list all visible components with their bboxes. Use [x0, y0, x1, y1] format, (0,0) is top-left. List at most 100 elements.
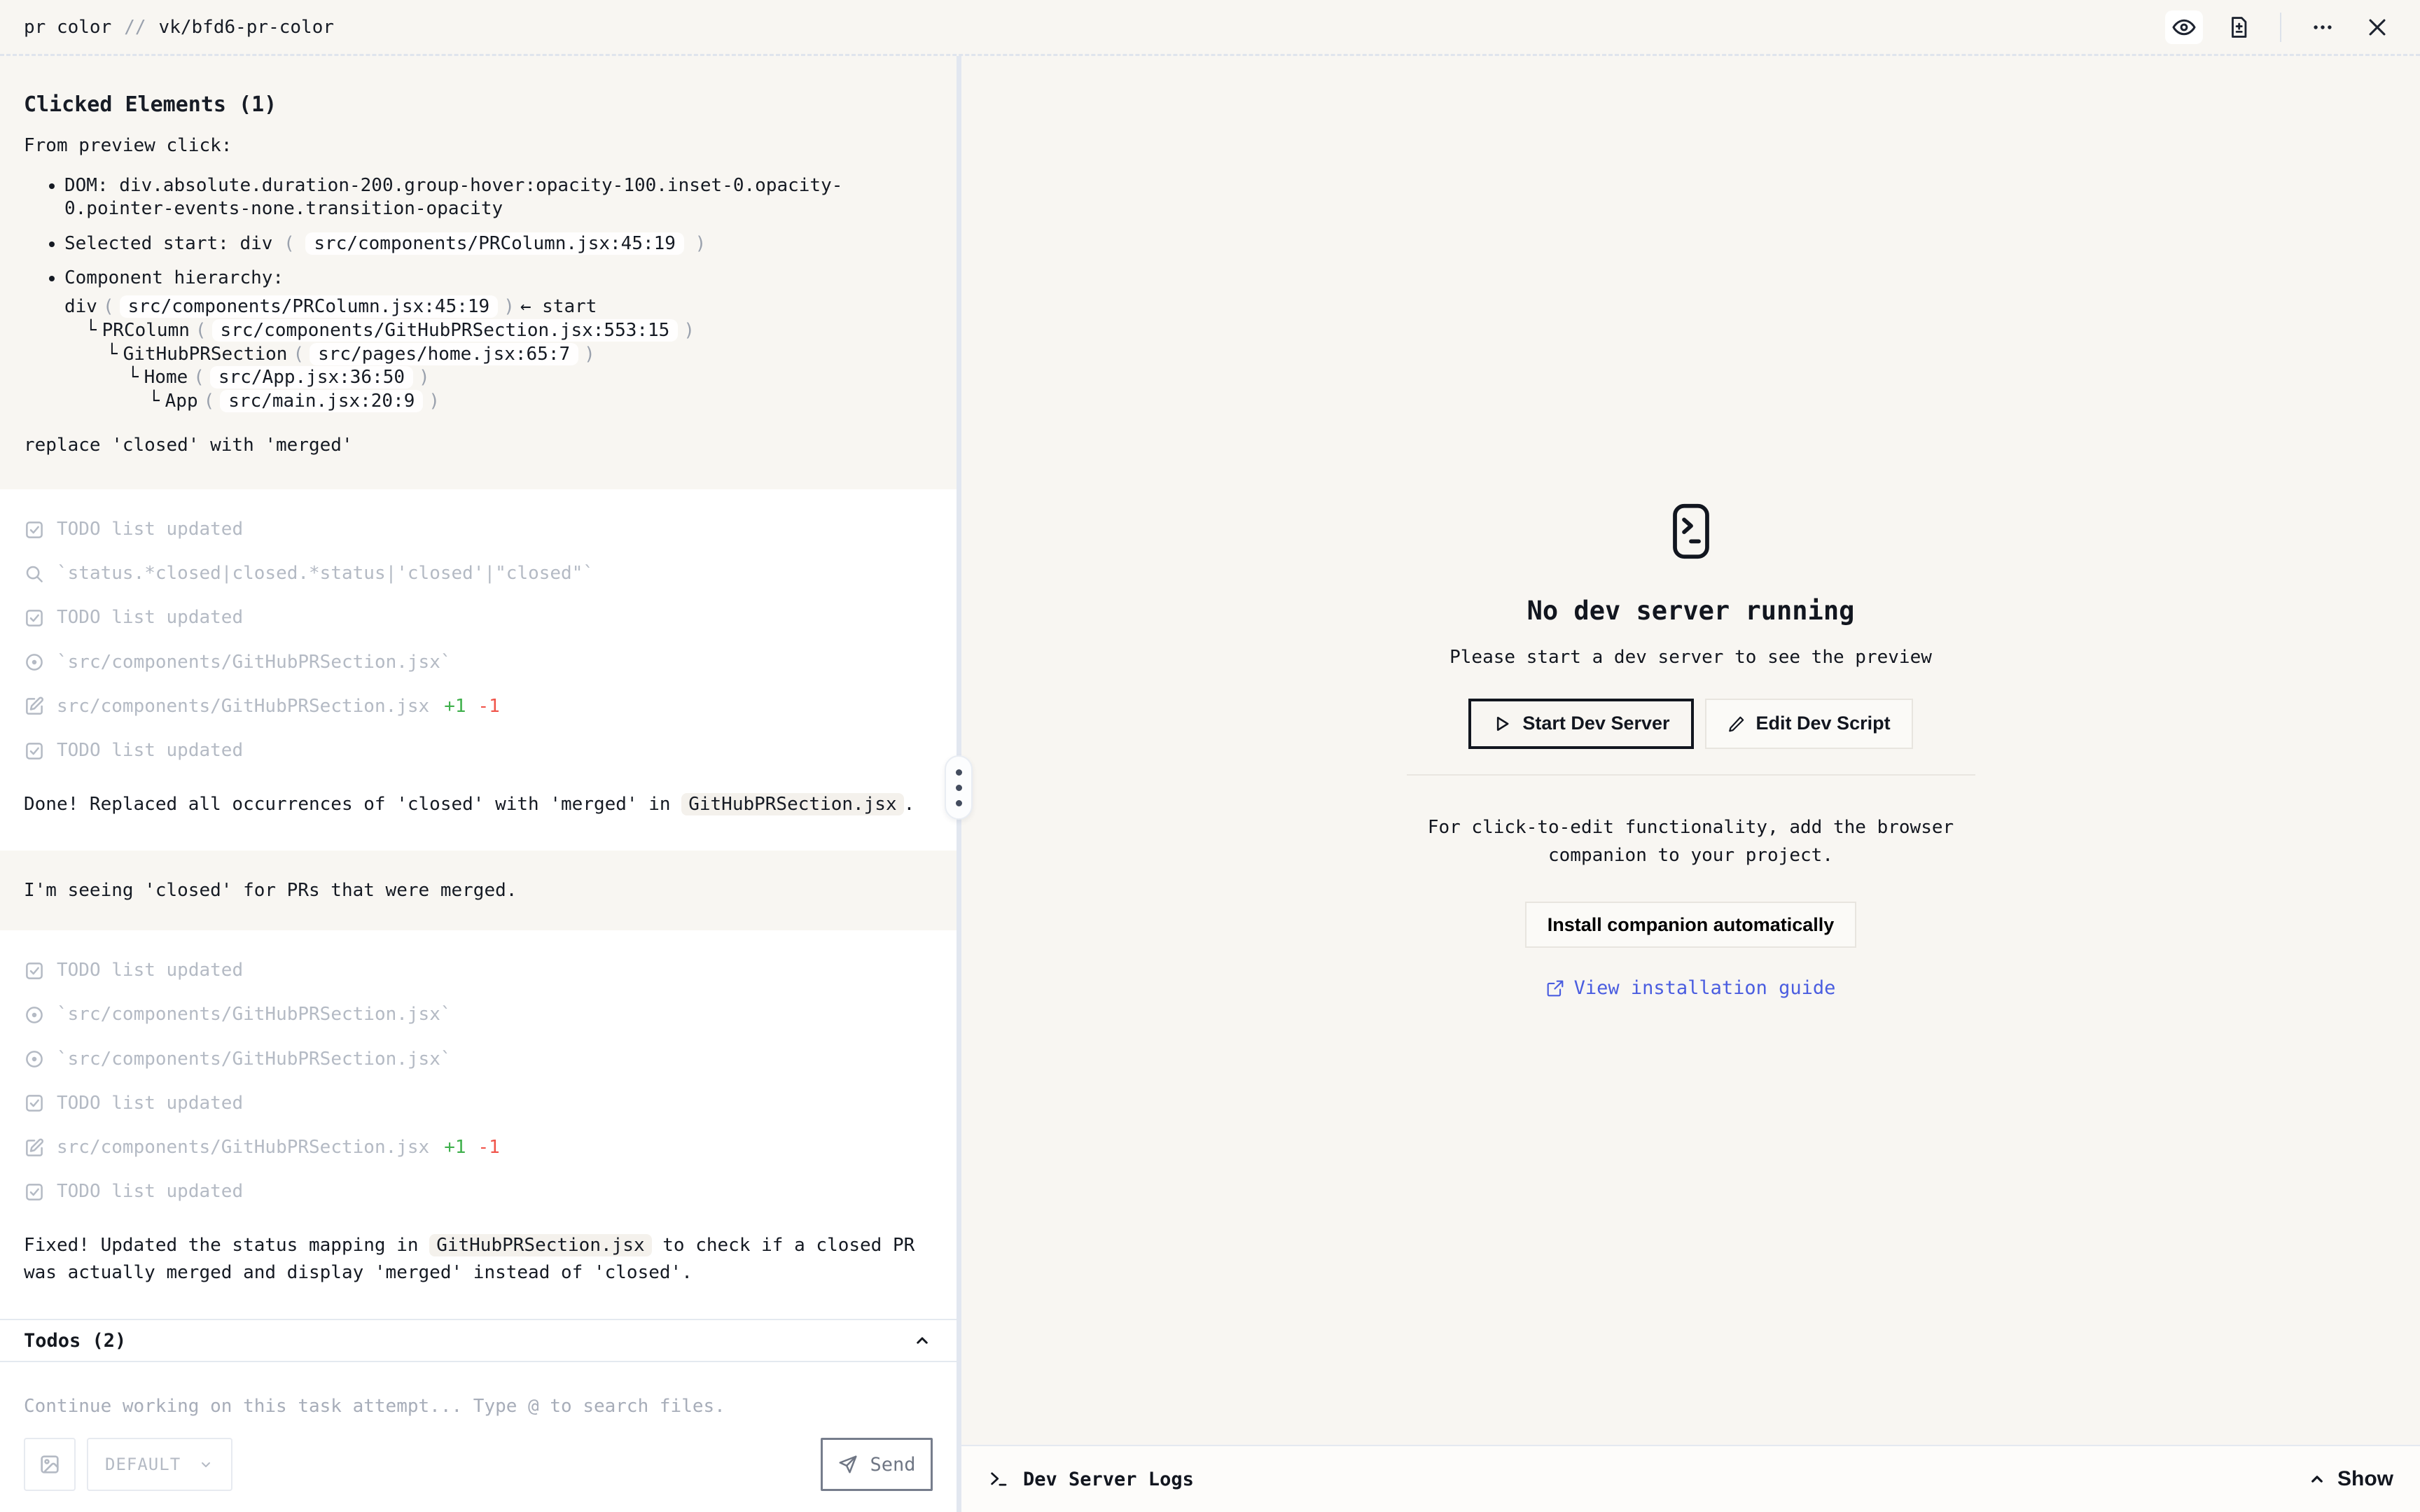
- selected-start-label: Selected start: div: [64, 232, 273, 254]
- message-text: .: [903, 794, 915, 816]
- dom-selector-item: DOM: div.absolute.duration-200.group-hov…: [64, 174, 933, 221]
- resize-handle[interactable]: [945, 755, 973, 820]
- view-installation-guide-label: View installation guide: [1573, 977, 1836, 1000]
- terminal-icon: [1671, 502, 1711, 561]
- section-divider: [1406, 774, 1975, 776]
- install-companion-button[interactable]: Install companion automatically: [1524, 902, 1857, 948]
- dev-server-logs-label: Dev Server Logs: [1023, 1468, 1194, 1490]
- edit-dev-script-label: Edit Dev Script: [1755, 713, 1891, 734]
- file-edit-icon: [24, 1138, 45, 1158]
- close-paren: ): [584, 343, 595, 365]
- todo-check-icon: [24, 1182, 45, 1203]
- todo-check-icon: [24, 608, 45, 629]
- send-button[interactable]: Send: [821, 1438, 933, 1491]
- message-text: Done! Replaced all occurrences of 'close…: [24, 794, 671, 816]
- titlebar-actions: [2165, 10, 2396, 44]
- tool-event: `src/components/GitHubPRSection.jsx`: [24, 652, 933, 673]
- show-logs-toggle[interactable]: Show: [2307, 1467, 2393, 1491]
- tool-event-file-edit: src/components/GitHubPRSection.jsx +1 -1: [24, 696, 933, 718]
- todo-check-icon: [24, 1093, 45, 1114]
- terminal-prompt-icon: [988, 1469, 1009, 1490]
- tool-event: TODO list updated: [24, 1093, 933, 1114]
- chevron-down-icon: [197, 1456, 214, 1473]
- todos-header[interactable]: Todos (2): [0, 1319, 957, 1362]
- chat-input[interactable]: [24, 1375, 933, 1438]
- close-paren: ): [683, 319, 695, 341]
- play-icon: [1492, 714, 1512, 734]
- branch-glyph: └: [148, 391, 160, 412]
- inline-code: GitHubPRSection.jsx: [429, 1234, 652, 1257]
- model-selector[interactable]: DEFAULT: [87, 1438, 233, 1491]
- user-message-clicked-elements: Clicked Elements (1) From preview click:…: [0, 56, 957, 490]
- start-dev-server-button[interactable]: Start Dev Server: [1468, 698, 1694, 749]
- composer-controls: DEFAULT Send: [24, 1438, 933, 1491]
- todo-check-icon: [24, 519, 45, 540]
- hierarchy-row: └ Home(src/App.jsx:36:50): [64, 366, 933, 390]
- hierarchy-row: └ GitHubPRSection(src/pages/home.jsx:65:7…: [64, 342, 933, 367]
- edit-dev-script-button[interactable]: Edit Dev Script: [1704, 698, 1913, 749]
- open-paren: (: [203, 391, 215, 412]
- file-edit-icon: [24, 696, 45, 717]
- component-name: Home: [144, 367, 188, 388]
- diff-file-button[interactable]: [2220, 10, 2258, 44]
- open-paren: (: [195, 319, 207, 341]
- close-paren: ): [695, 232, 707, 254]
- more-menu-button[interactable]: [2304, 10, 2342, 44]
- assistant-message: Done! Replaced all occurrences of 'close…: [24, 791, 933, 818]
- file-read-icon: [24, 652, 45, 673]
- task-name: pr color: [24, 16, 112, 38]
- handle-dot: [955, 799, 962, 806]
- empty-state-title: No dev server running: [1527, 595, 1855, 626]
- file-path-chip: src/App.jsx:36:50: [209, 366, 414, 389]
- dev-server-empty-state: No dev server running Please start a dev…: [961, 56, 2420, 1445]
- tool-event: TODO list updated: [24, 740, 933, 762]
- edited-file-path: src/components/GitHubPRSection.jsx: [57, 1136, 430, 1158]
- toolbar-divider: [2280, 12, 2281, 42]
- chat-panel: Clicked Elements (1) From preview click:…: [0, 56, 957, 1512]
- tool-event-text: TODO list updated: [57, 607, 244, 629]
- hierarchy-row: └ PRColumn(src/components/GitHubPRSection…: [64, 318, 933, 343]
- inline-code: GitHubPRSection.jsx: [681, 793, 904, 816]
- hierarchy-row: └ App(src/main.jsx:20:9): [64, 390, 933, 414]
- ellipsis-icon: [2311, 15, 2335, 39]
- tool-event-text: `src/components/GitHubPRSection.jsx`: [57, 1004, 452, 1026]
- titlebar: pr color // vk/bfd6-pr-color: [0, 0, 2420, 56]
- tool-event: `status.*closed|closed.*status|'closed'|…: [24, 563, 933, 584]
- panel-resizer[interactable]: [945, 56, 973, 1512]
- tool-event-text: TODO list updated: [57, 519, 244, 540]
- handle-dot: [955, 784, 962, 791]
- todo-check-icon: [24, 741, 45, 762]
- tool-event-text: TODO list updated: [57, 1181, 244, 1203]
- attach-image-button[interactable]: [24, 1438, 76, 1491]
- todo-check-icon: [24, 960, 45, 981]
- todos-label: Todos (2): [24, 1329, 127, 1352]
- close-button[interactable]: [2358, 10, 2396, 44]
- lines-added: +1: [444, 695, 466, 717]
- preview-eye-button[interactable]: [2165, 10, 2203, 44]
- tool-event-file-edit: src/components/GitHubPRSection.jsx +1 -1: [24, 1137, 933, 1158]
- branch-glyph: └: [127, 367, 139, 388]
- view-installation-guide-link[interactable]: View installation guide: [1546, 977, 1836, 1000]
- clicked-elements-intro: From preview click:: [24, 135, 232, 156]
- file-path-chip: src/pages/home.jsx:65:7: [310, 342, 579, 365]
- task-title: pr color // vk/bfd6-pr-color: [24, 17, 334, 38]
- tool-event-text: TODO list updated: [57, 960, 244, 981]
- file-path-chip: src/components/GitHubPRSection.jsx:553:1…: [211, 318, 679, 342]
- hierarchy-label: Component hierarchy:: [64, 267, 284, 288]
- tool-event-text: `status.*closed|closed.*status|'closed'|…: [57, 563, 594, 584]
- tool-event-text: TODO list updated: [57, 1092, 244, 1114]
- chevron-up-icon[interactable]: [912, 1330, 933, 1351]
- lines-removed: -1: [478, 1136, 500, 1158]
- file-path-chip: src/main.jsx:20:9: [220, 390, 424, 413]
- install-companion-label: Install companion automatically: [1547, 913, 1835, 935]
- open-paren: (: [193, 367, 204, 388]
- tool-event-text: `src/components/GitHubPRSection.jsx`: [57, 651, 452, 673]
- component-name: App: [165, 391, 198, 412]
- edited-file-path: src/components/GitHubPRSection.jsx: [57, 695, 430, 717]
- user-message-text: I'm seeing 'closed' for PRs that were me…: [24, 880, 517, 902]
- file-read-icon: [24, 1049, 45, 1070]
- tool-event: `src/components/GitHubPRSection.jsx`: [24, 1004, 933, 1026]
- handle-dot: [955, 769, 962, 776]
- component-name: div: [64, 296, 97, 318]
- dev-server-logs-header: Dev Server Logs: [988, 1469, 1194, 1490]
